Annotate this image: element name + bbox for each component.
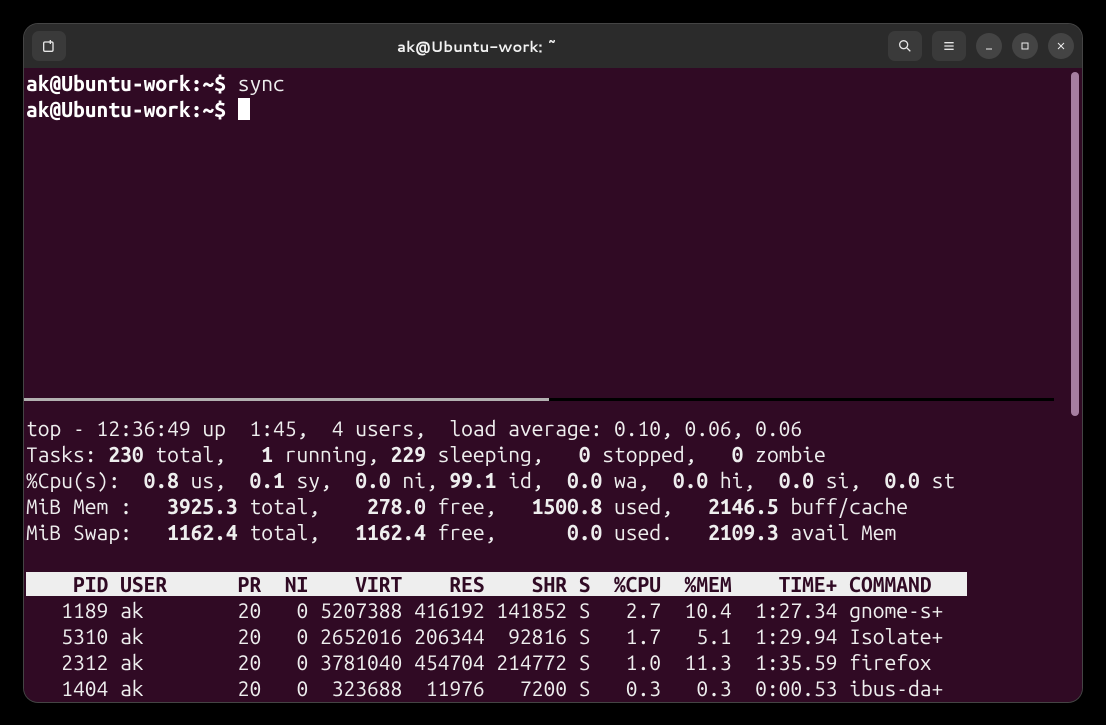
process-row: 5310 ak 20 0 2652016 206344 92816 S 1.7 …: [26, 624, 943, 648]
minimize-button[interactable]: [976, 33, 1002, 59]
scrollbar[interactable]: [1070, 72, 1080, 698]
terminal-window: ak@Ubuntu-work: ~ ak@Ubuntu-work:~$ sync…: [24, 24, 1082, 702]
terminal-area[interactable]: ak@Ubuntu-work:~$ sync ak@Ubuntu-work:~$…: [24, 68, 1082, 702]
top-header-row: PID USER PR NI VIRT RES SHR S %CPU %MEM …: [26, 572, 967, 596]
prompt-userhost: ak@Ubuntu-work: [26, 71, 191, 95]
process-row: 2312 ak 20 0 3781040 454704 214772 S 1.0…: [26, 650, 932, 674]
process-row: 1404 ak 20 0 323688 11976 7200 S 0.3 0.3…: [26, 676, 943, 700]
terminal-pane-bottom[interactable]: top - 12:36:49 up 1:45, 4 users, load av…: [24, 401, 1068, 702]
prompt-suffix: :~$: [191, 71, 226, 95]
terminal-pane-top[interactable]: ak@Ubuntu-work:~$ sync ak@Ubuntu-work:~$: [24, 68, 1068, 124]
shell-command: sync: [238, 71, 285, 95]
window-title: ak@Ubuntu-work: ~: [74, 36, 880, 57]
prompt-userhost: ak@Ubuntu-work: [26, 97, 191, 121]
scrollbar-thumb[interactable]: [1071, 72, 1079, 416]
process-row: 1189 ak 20 0 5207388 416192 141852 S 2.7…: [26, 598, 943, 622]
maximize-button[interactable]: [1012, 33, 1038, 59]
prompt-suffix: :~$: [191, 97, 226, 121]
close-button[interactable]: [1048, 33, 1074, 59]
menu-button[interactable]: [932, 31, 966, 61]
new-tab-button[interactable]: [32, 31, 66, 61]
cursor: [238, 98, 250, 120]
titlebar-right-controls: [888, 31, 1074, 61]
titlebar: ak@Ubuntu-work: ~: [24, 24, 1082, 68]
search-button[interactable]: [888, 31, 922, 61]
